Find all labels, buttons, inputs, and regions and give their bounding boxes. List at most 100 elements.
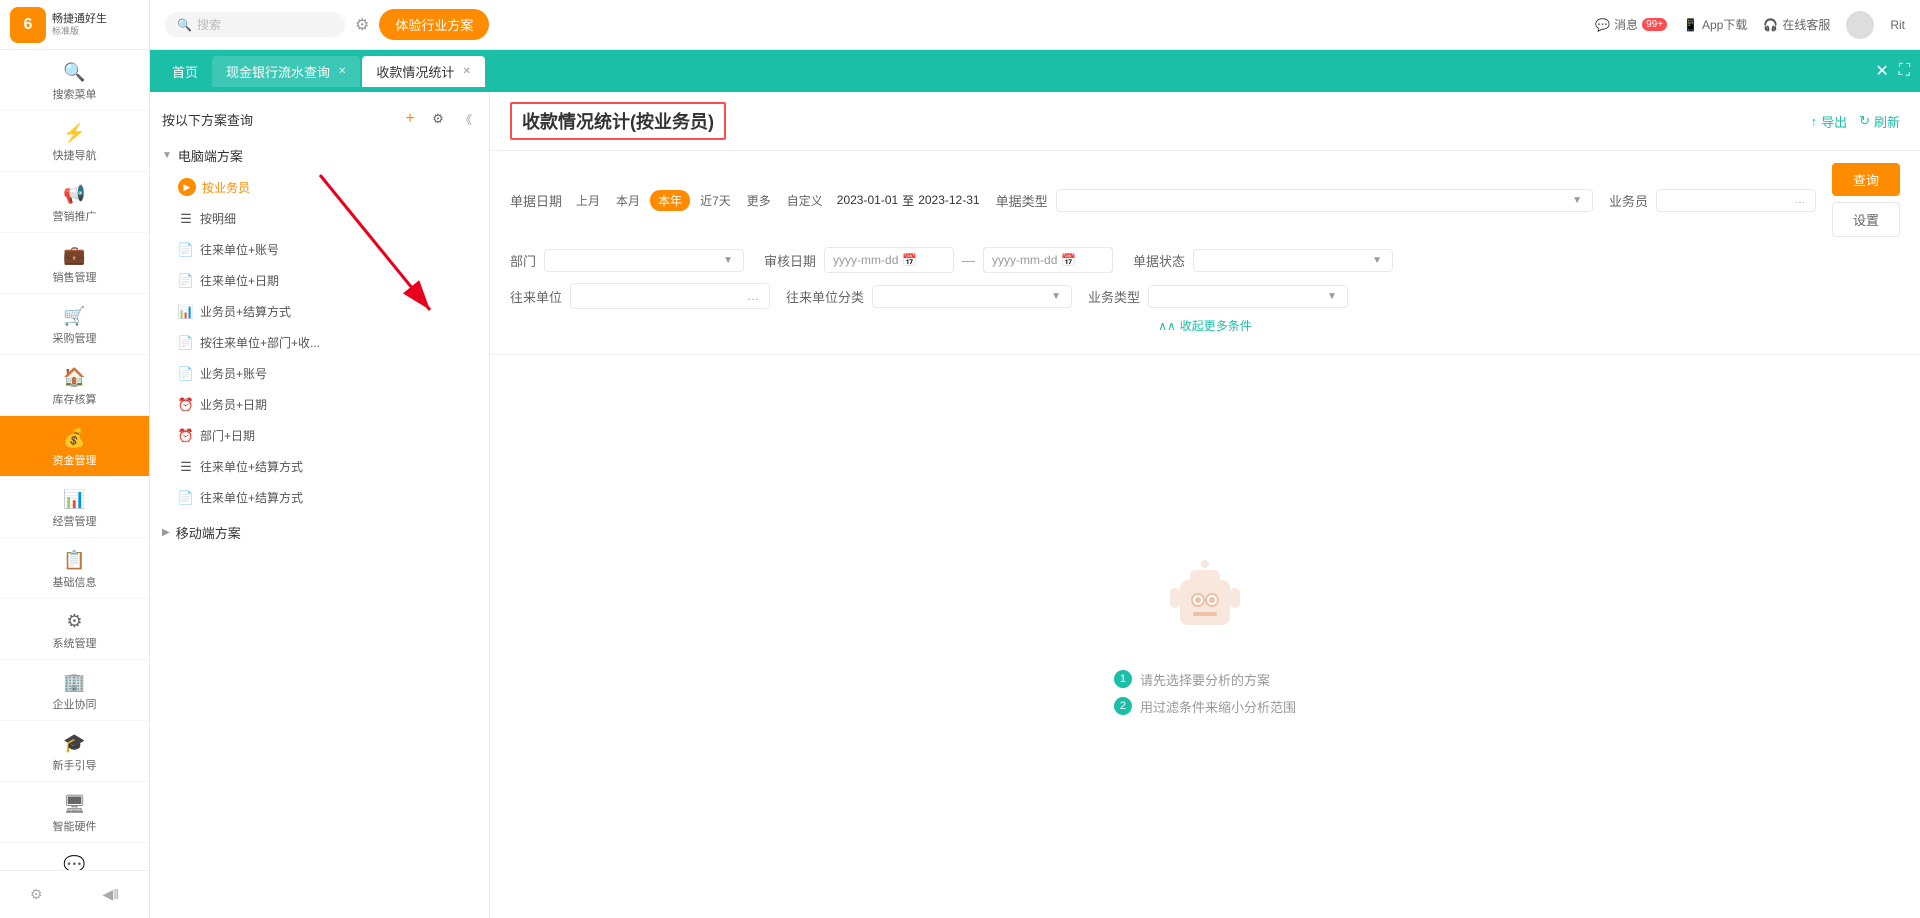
app-download-btn[interactable]: 📱 App下载 xyxy=(1683,16,1747,33)
message-btn[interactable]: 💬 消息 99+ xyxy=(1595,16,1667,33)
scheme-item-partner-settlement2[interactable]: 📄 往来单位+结算方式 xyxy=(170,482,489,513)
finance-label: 资金管理 xyxy=(53,452,97,468)
partner-category-select[interactable]: ▼ xyxy=(872,285,1072,308)
partner-select[interactable]: … xyxy=(570,283,770,309)
scheme-item-by-detail[interactable]: ☰ 按明细 xyxy=(170,203,489,234)
scheme-group-desktop-header[interactable]: ▼ 电脑端方案 xyxy=(150,140,489,171)
refresh-icon: ↻ xyxy=(1859,113,1870,129)
voucher-status-select[interactable]: ▼ xyxy=(1193,249,1393,272)
sidebar-item-system[interactable]: ⚙系统管理 xyxy=(0,599,149,660)
date-tab-custom[interactable]: 自定义 xyxy=(781,190,829,211)
date-dash: — xyxy=(962,253,975,268)
chevron-down-voucher-icon: ▼ xyxy=(1572,195,1582,206)
scheme-item-partner-settlement[interactable]: ☰ 往来单位+结算方式 xyxy=(170,451,489,482)
shortcut-label: 快捷导航 xyxy=(53,147,97,163)
dept-select[interactable]: ▼ xyxy=(544,249,744,272)
page-header: 收款情况统计(按业务员) ↑ 导出 ↻ 刷新 xyxy=(490,92,1920,151)
settings-icon[interactable]: ⚙ xyxy=(355,15,369,35)
review-date-end[interactable]: yyyy-mm-dd 📅 xyxy=(983,247,1113,273)
finance-icon: 💰 xyxy=(63,428,85,449)
message-badge: 99+ xyxy=(1642,18,1667,31)
date-tab-this-month[interactable]: 本月 xyxy=(610,190,646,211)
export-btn[interactable]: ↑ 导出 xyxy=(1811,112,1848,131)
scheme-item-salesperson-date[interactable]: ⏰ 业务员+日期 xyxy=(170,389,489,420)
settings-button[interactable]: 设置 xyxy=(1832,202,1900,237)
sidebar-footer: ⚙ ◀‖ xyxy=(0,870,149,918)
sidebar-collapse-btn[interactable]: ◀‖ xyxy=(97,881,124,908)
sidebar-nav: 🔍搜索菜单⚡快捷导航📢营销推广💼销售管理🛒采购管理🏠库存核算 💰 资金管理 📊经营管理… xyxy=(0,50,149,870)
voucher-type-filter: 单据类型 ▼ xyxy=(996,189,1593,212)
sidebar-item-guide[interactable]: 🎓新手引导 xyxy=(0,721,149,782)
online-service-btn[interactable]: 🎧 在线客服 xyxy=(1763,16,1830,33)
scheme-group-mobile-label: 移动端方案 xyxy=(176,523,241,542)
query-button[interactable]: 查询 xyxy=(1832,163,1900,196)
user-avatar[interactable] xyxy=(1846,11,1874,39)
sidebar-item-wechat[interactable]: 💬企业微信 xyxy=(0,843,149,870)
search-label: 搜索菜单 xyxy=(53,86,97,102)
clock2-icon: ⏰ xyxy=(178,428,194,444)
trial-button[interactable]: 体验行业方案 xyxy=(379,9,489,40)
scheme-item-salesperson-account[interactable]: 📄 业务员+账号 xyxy=(170,358,489,389)
sidebar-item-purchase[interactable]: 🛒采购管理 xyxy=(0,294,149,355)
tab-home[interactable]: 首页 xyxy=(160,56,210,87)
dept-filter: 部门 ▼ xyxy=(510,249,744,272)
scheme-group-mobile-header[interactable]: ▶ 移动端方案 xyxy=(150,517,489,548)
date-tab-this-year[interactable]: 本年 xyxy=(650,190,690,211)
salesperson-select[interactable]: … xyxy=(1656,189,1816,212)
scheme-item-partner-account[interactable]: 📄 往来单位+账号 xyxy=(170,234,489,265)
wechat-icon: 💬 xyxy=(63,855,85,870)
scheme-settings-btn[interactable]: ⚙ xyxy=(427,108,449,130)
salesperson-filter: 业务员 … xyxy=(1609,189,1816,212)
tab-collection-close[interactable]: ✕ xyxy=(462,66,470,77)
tab-close-all-icon[interactable]: ✕ xyxy=(1875,61,1888,81)
refresh-btn[interactable]: ↻ 刷新 xyxy=(1859,112,1900,131)
search-bar[interactable]: 🔍 搜索 xyxy=(165,12,345,37)
date-tab-last-month[interactable]: 上月 xyxy=(570,190,606,211)
chevron-right-icon: ▶ xyxy=(162,527,170,538)
scheme-collapse-btn[interactable]: 《 xyxy=(455,108,477,130)
step-1-num: 1 xyxy=(1114,670,1132,688)
sidebar-item-operation[interactable]: 📊经营管理 xyxy=(0,477,149,538)
sidebar-item-inventory[interactable]: 🏠库存核算 xyxy=(0,355,149,416)
sidebar-settings-btn[interactable]: ⚙ xyxy=(25,881,48,908)
tab-bar-actions: ✕ ⛶ xyxy=(1875,61,1910,81)
scheme-group-desktop: ▼ 电脑端方案 ▶ 按业务员 ☰ 按明细 xyxy=(150,140,489,513)
tab-bank[interactable]: 现金银行流水查询 ✕ xyxy=(212,56,360,87)
tab-bar: 首页 现金银行流水查询 ✕ 收款情况统计 ✕ ✕ ⛶ xyxy=(150,50,1920,92)
date-tab-more[interactable]: 更多 xyxy=(741,190,777,211)
sidebar-item-sales[interactable]: 💼销售管理 xyxy=(0,233,149,294)
scheme-item-partner-dept[interactable]: 📄 按往来单位+部门+收... xyxy=(170,327,489,358)
collapse-bar[interactable]: ∧∧ 收起更多条件 xyxy=(510,309,1900,342)
doc4-icon: 📄 xyxy=(178,366,194,382)
date-tab-7days[interactable]: 近7天 xyxy=(694,190,737,211)
operation-label: 经营管理 xyxy=(53,513,97,529)
tab-bank-close[interactable]: ✕ xyxy=(338,66,346,77)
scheme-panel: 按以下方案查询 + ⚙ 《 ▼ 电脑端方案 xyxy=(150,92,490,918)
list-icon: ☰ xyxy=(178,211,194,227)
business-type-select[interactable]: ▼ xyxy=(1148,285,1348,308)
company-icon: 🏢 xyxy=(63,672,85,693)
scheme-item-salesperson-settlement[interactable]: 📊 业务员+结算方式 xyxy=(170,296,489,327)
marketing-label: 营销推广 xyxy=(53,208,97,224)
tab-expand-icon[interactable]: ⛶ xyxy=(1899,62,1910,80)
review-date-start[interactable]: yyyy-mm-dd 📅 xyxy=(824,247,954,273)
sales-icon: 💼 xyxy=(63,245,85,266)
sidebar-item-search[interactable]: 🔍搜索菜单 xyxy=(0,50,149,111)
partner-category-label: 往来单位分类 xyxy=(786,287,864,306)
sidebar-item-hardware[interactable]: 🖥智能硬件 xyxy=(0,782,149,843)
scheme-item-partner-date[interactable]: 📄 往来单位+日期 xyxy=(170,265,489,296)
scheme-add-btn[interactable]: + xyxy=(399,108,421,130)
user-name[interactable]: Rit xyxy=(1890,18,1905,32)
sidebar-item-shortcut[interactable]: ⚡快捷导航 xyxy=(0,111,149,172)
sidebar-item-basic[interactable]: 📋基础信息 xyxy=(0,538,149,599)
doc3-icon: 📄 xyxy=(178,335,194,351)
sidebar-item-company[interactable]: 🏢企业协同 xyxy=(0,660,149,721)
tab-collection[interactable]: 收款情况统计 ✕ xyxy=(362,56,484,87)
sidebar-item-marketing[interactable]: 📢营销推广 xyxy=(0,172,149,233)
scheme-item-by-salesperson[interactable]: ▶ 按业务员 xyxy=(170,171,489,203)
voucher-type-select[interactable]: ▼ xyxy=(1056,189,1593,212)
scheme-item-dept-date[interactable]: ⏰ 部门+日期 xyxy=(170,420,489,451)
sidebar-item-finance[interactable]: 💰 资金管理 xyxy=(0,416,149,477)
chevron-down-dept-icon: ▼ xyxy=(723,255,733,266)
collapse-label: 收起更多条件 xyxy=(1180,317,1252,334)
